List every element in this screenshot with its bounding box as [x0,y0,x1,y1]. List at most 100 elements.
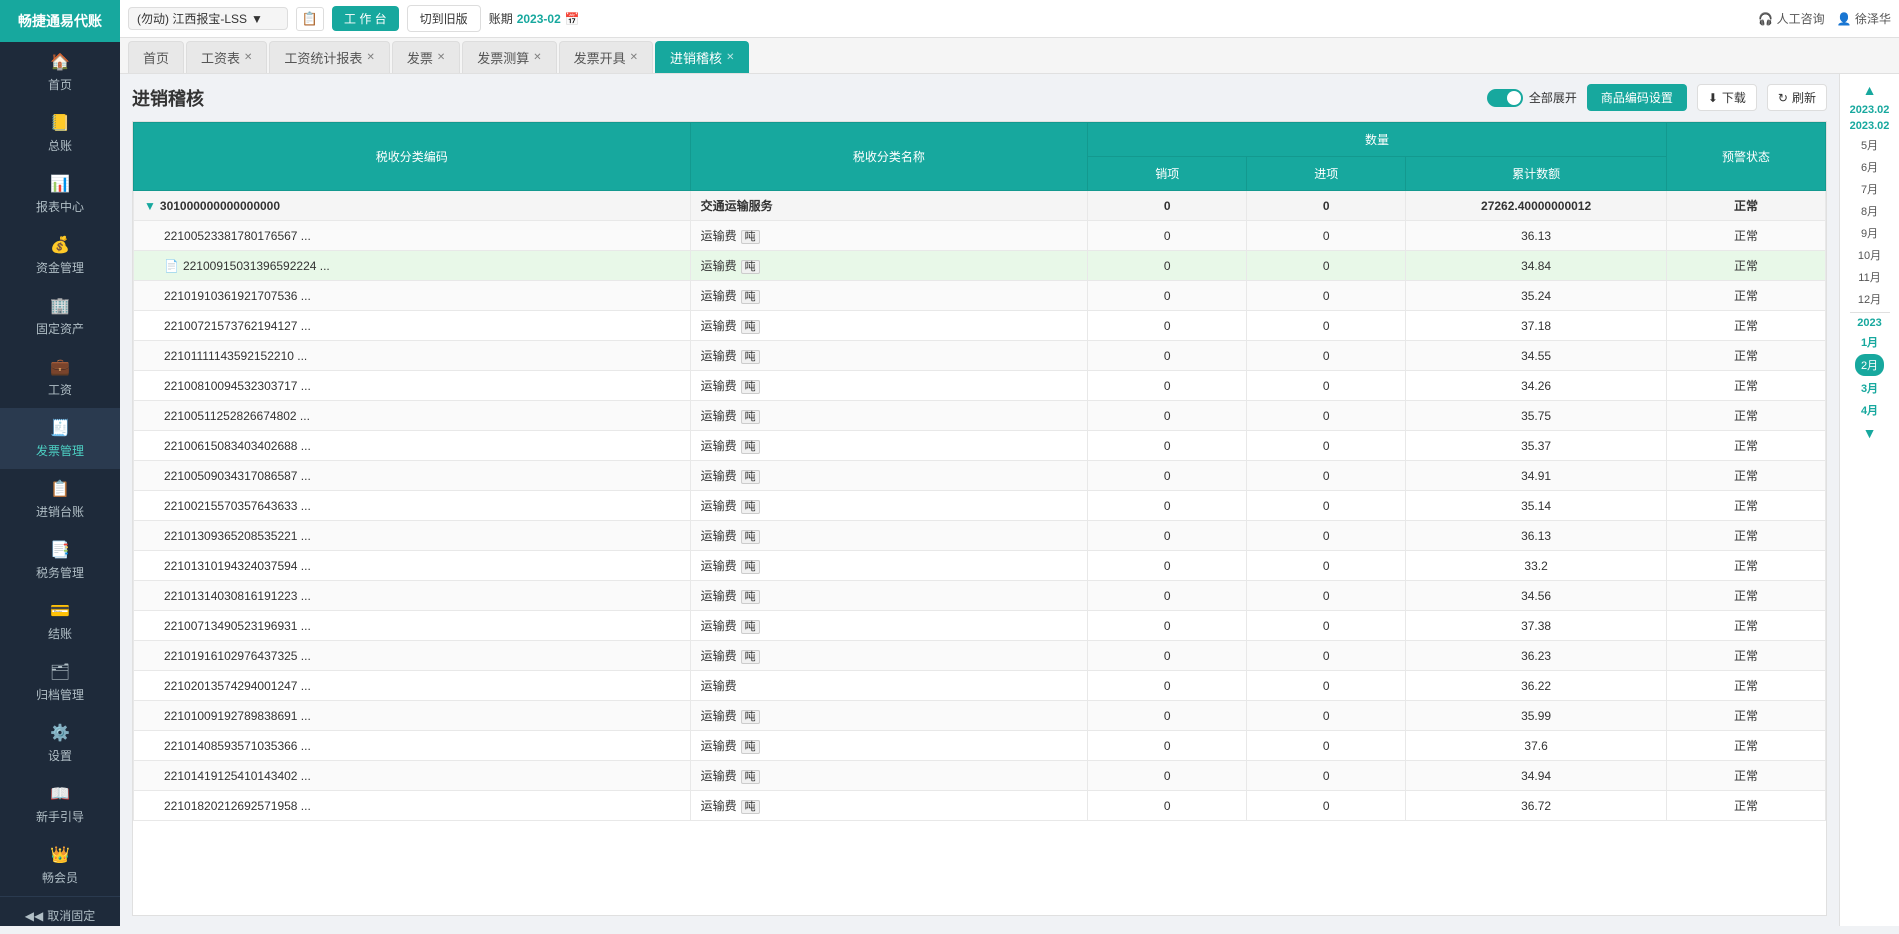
cal-month-prev[interactable]: 5月 [1852,134,1887,156]
sidebar-item-archive[interactable]: 🗂归档管理 [0,652,120,713]
cell-total: 34.94 [1406,761,1667,791]
sidebar-item-ledger[interactable]: 📒总账 [0,103,120,164]
switch-version-button[interactable]: 切到旧版 [407,5,481,32]
support-link[interactable]: 🎧 人工咨询 [1758,10,1824,27]
cell-total: 36.23 [1406,641,1667,671]
tab-进销稽核[interactable]: 进销稽核✕ [655,41,749,73]
sidebar-item-member[interactable]: 👑畅会员 [0,835,120,896]
cell-purchase: 0 [1247,311,1406,341]
cell-sales: 0 [1088,371,1247,401]
sidebar-item-funds[interactable]: 💰资金管理 [0,225,120,286]
tab-close-icon[interactable]: ✕ [533,52,541,63]
archive-icon: 🗂 [50,662,70,682]
topbar: (勿动) 江西报宝-LSS ▼ 📋 工 作 台 切到旧版 账期 2023-02 … [120,0,1899,38]
cell-status: 正常 [1666,791,1825,821]
tab-close-icon[interactable]: ✕ [244,52,252,63]
col-header-name: 税收分类名称 [690,123,1088,191]
tab-发票[interactable]: 发票✕ [392,41,460,73]
calendar-icon: 📅 [565,12,580,26]
tab-label: 发票测算 [477,48,529,67]
cal-month-curr[interactable]: 4月 [1849,399,1890,421]
calendar-nav-down[interactable]: ▼ [1858,421,1882,445]
cell-purchase: 0 [1247,761,1406,791]
cal-month-prev[interactable]: 8月 [1852,200,1887,222]
purchase-icon: 📋 [50,479,70,499]
page-actions: 全部展开 商品编码设置 ⬇ 下载 ↻ 刷新 [1487,84,1827,111]
cell-sales: 0 [1088,761,1247,791]
tab-close-icon[interactable]: ✕ [630,52,638,63]
reports-icon: 📊 [50,174,70,194]
cal-month-curr[interactable]: 2月 [1855,354,1884,376]
cell-status: 正常 [1666,191,1825,221]
copy-icon[interactable]: 📋 [296,7,324,31]
cell-purchase: 0 [1247,431,1406,461]
cell-code: 22100810094532303717 ... [134,371,691,401]
download-button[interactable]: ⬇ 下载 [1697,84,1757,111]
cell-total: 36.13 [1406,221,1667,251]
cell-purchase: 0 [1247,791,1406,821]
tab-发票开具[interactable]: 发票开具✕ [559,41,653,73]
cell-purchase: 0 [1247,611,1406,641]
cell-code: ▼301000000000000000 [134,191,691,221]
sidebar-item-tax[interactable]: 📑税务管理 [0,530,120,591]
cell-purchase: 0 [1247,461,1406,491]
sidebar-item-home[interactable]: 🏠首页 [0,42,120,103]
cell-status: 正常 [1666,731,1825,761]
period-selector[interactable]: 账期 2023-02 📅 [489,10,580,27]
cal-month-prev[interactable]: 9月 [1852,222,1887,244]
cell-sales: 0 [1088,581,1247,611]
settings-button[interactable]: 商品编码设置 [1587,84,1687,111]
sidebar-item-settings[interactable]: ⚙️设置 [0,713,120,774]
cal-year-label-1: 2023.02 [1850,102,1890,118]
cell-code: 22100615083403402688 ... [134,431,691,461]
workbench-button[interactable]: 工 作 台 [332,6,399,31]
tab-close-icon[interactable]: ✕ [366,52,374,63]
cell-total: 37.38 [1406,611,1667,641]
cal-month-prev[interactable]: 6月 [1852,156,1887,178]
page-title: 进销稽核 [132,85,204,111]
cell-purchase: 0 [1247,731,1406,761]
cell-code: 22100523381780176567 ... [134,221,691,251]
cal-month-prev[interactable]: 12月 [1852,288,1887,310]
cal-month-prev[interactable]: 7月 [1852,178,1887,200]
cell-total: 34.91 [1406,461,1667,491]
pin-button[interactable]: ◀◀ 取消固定 [0,897,120,934]
cal-month-curr[interactable]: 3月 [1849,377,1890,399]
cell-total: 35.99 [1406,701,1667,731]
sidebar-item-purchase[interactable]: 📋进销台账 [0,469,120,530]
sidebar-item-assets[interactable]: 🏢固定资产 [0,286,120,347]
toggle-switch-icon[interactable] [1487,89,1523,107]
cell-status: 正常 [1666,461,1825,491]
refresh-button[interactable]: ↻ 刷新 [1767,84,1827,111]
tab-close-icon[interactable]: ✕ [437,52,445,63]
sidebar-item-invoice[interactable]: 🧾发票管理 [0,408,120,469]
cell-total: 36.22 [1406,671,1667,701]
cell-status: 正常 [1666,701,1825,731]
sidebar-item-settle[interactable]: 💳结账 [0,591,120,652]
cell-code: 22101916102976437325 ... [134,641,691,671]
table-row: 22100810094532303717 ... 运输费吨 0 0 34.26 … [134,371,1826,401]
topbar-right: 🎧 人工咨询 👤 徐泽华 [1758,10,1891,27]
col-header-purchase: 进项 [1247,157,1406,191]
cell-status: 正常 [1666,341,1825,371]
cell-sales: 0 [1088,281,1247,311]
ledger-icon: 📒 [50,113,70,133]
sidebar-item-reports[interactable]: 📊报表中心 [0,164,120,225]
cal-month-curr[interactable]: 1月 [1849,331,1890,353]
cal-month-prev[interactable]: 11月 [1852,266,1887,288]
cell-sales: 0 [1088,731,1247,761]
page-header: 进销稽核 全部展开 商品编码设置 ⬇ 下载 ↻ 刷新 [132,84,1827,111]
sidebar-item-guide[interactable]: 📖新手引导 [0,774,120,835]
tab-首页[interactable]: 首页 [128,41,184,73]
tab-工资统计报表[interactable]: 工资统计报表✕ [269,41,389,73]
tab-close-icon[interactable]: ✕ [726,52,734,63]
tab-工资表[interactable]: 工资表✕ [186,41,267,73]
sidebar-item-label: 固定资产 [36,320,84,337]
cal-month-prev[interactable]: 10月 [1852,244,1887,266]
sidebar-item-salary[interactable]: 💼工资 [0,347,120,408]
company-selector[interactable]: (勿动) 江西报宝-LSS ▼ [128,7,288,30]
calendar-nav-up[interactable]: ▲ [1858,78,1882,102]
tab-发票测算[interactable]: 发票测算 ✕ [462,41,556,73]
user-menu[interactable]: 👤 徐泽华 [1837,10,1891,27]
expand-toggle[interactable]: 全部展开 [1487,89,1577,107]
